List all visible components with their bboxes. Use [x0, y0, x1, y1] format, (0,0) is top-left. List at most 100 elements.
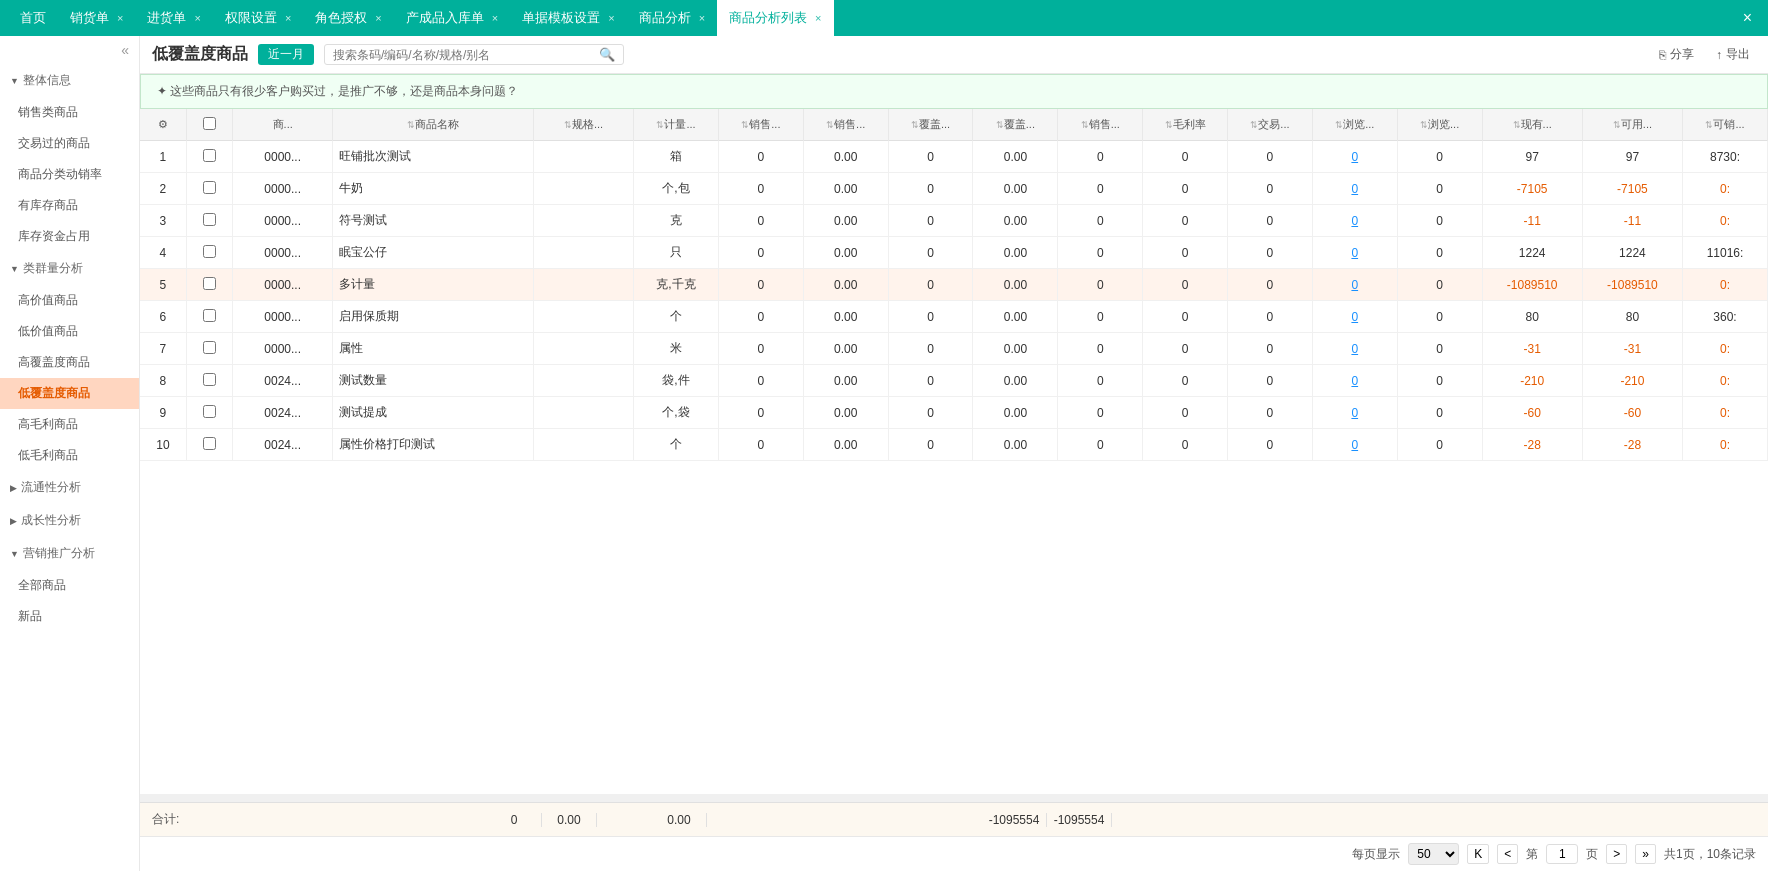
sidebar-item-销售类商品[interactable]: 销售类商品: [0, 97, 139, 128]
sidebar-section-类群量分析[interactable]: ▼ 类群量分析: [0, 252, 139, 285]
row-checkbox-input[interactable]: [203, 309, 216, 322]
col-header-saleable[interactable]: ⇅可销...: [1683, 109, 1768, 141]
search-icon[interactable]: 🔍: [599, 47, 615, 62]
row-checkbox-input[interactable]: [203, 437, 216, 450]
row-checkbox-input[interactable]: [203, 149, 216, 162]
row-spec: [533, 173, 633, 205]
row-checkbox-input[interactable]: [203, 341, 216, 354]
sidebar-item-低价值商品[interactable]: 低价值商品: [0, 316, 139, 347]
col-header-unit[interactable]: ⇅计量...: [634, 109, 719, 141]
nav-tab-进货单[interactable]: 进货单×: [135, 0, 212, 36]
nav-tab-商品分析列表[interactable]: 商品分析列表×: [717, 0, 833, 36]
settings-icon[interactable]: ⚙: [158, 118, 168, 130]
page-size-select[interactable]: 102050100: [1408, 843, 1459, 865]
last-page-button[interactable]: »: [1635, 844, 1656, 864]
close-tab-icon[interactable]: ×: [492, 0, 498, 36]
sidebar-item-库存资金占用[interactable]: 库存资金占用: [0, 221, 139, 252]
col-header-sales_qty[interactable]: ⇅销售...: [718, 109, 803, 141]
horizontal-scrollbar[interactable]: [140, 794, 1768, 802]
sidebar-item-高覆盖度商品[interactable]: 高覆盖度商品: [0, 347, 139, 378]
nav-tab-角色授权[interactable]: 角色授权×: [303, 0, 393, 36]
sidebar-item-新品[interactable]: 新品: [0, 601, 139, 632]
close-tab-icon[interactable]: ×: [699, 0, 705, 36]
row-code: 0000...: [233, 141, 333, 173]
col-header-current[interactable]: ⇅现有...: [1482, 109, 1582, 141]
export-button[interactable]: ↑ 导出: [1710, 44, 1756, 65]
row-checkbox[interactable]: [186, 205, 232, 237]
sidebar-section-整体信息[interactable]: ▼ 整体信息: [0, 64, 139, 97]
sidebar-item-有库存商品[interactable]: 有库存商品: [0, 190, 139, 221]
sidebar-section-流通性分析[interactable]: ▶ 流通性分析: [0, 471, 139, 504]
prev-page-button[interactable]: <: [1497, 844, 1518, 864]
col-header-checkbox[interactable]: [186, 109, 232, 141]
close-tab-icon[interactable]: ×: [608, 0, 614, 36]
period-button[interactable]: 近一月: [258, 44, 314, 65]
col-header-gross_rate[interactable]: ⇅毛利率: [1143, 109, 1228, 141]
search-input[interactable]: [333, 48, 599, 62]
sidebar-item-商品分类动销率[interactable]: 商品分类动销率: [0, 159, 139, 190]
row-checkbox-input[interactable]: [203, 277, 216, 290]
col-header-sales_amt[interactable]: ⇅销售...: [803, 109, 888, 141]
nav-tab-权限设置[interactable]: 权限设置×: [213, 0, 303, 36]
close-tab-icon[interactable]: ×: [375, 0, 381, 36]
col-header-available[interactable]: ⇅可用...: [1582, 109, 1682, 141]
page-number-input[interactable]: [1546, 844, 1578, 864]
sidebar-item-低毛利商品[interactable]: 低毛利商品: [0, 440, 139, 471]
close-tab-icon[interactable]: ×: [285, 0, 291, 36]
row-checkbox-input[interactable]: [203, 181, 216, 194]
col-header-browse2[interactable]: ⇅浏览...: [1397, 109, 1482, 141]
row-checkbox-input[interactable]: [203, 213, 216, 226]
row-coverage1: 0: [888, 141, 973, 173]
row-checkbox-input[interactable]: [203, 373, 216, 386]
col-header-code[interactable]: 商...: [233, 109, 333, 141]
row-checkbox[interactable]: [186, 237, 232, 269]
close-tab-icon[interactable]: ×: [117, 0, 123, 36]
row-available: -210: [1582, 365, 1682, 397]
col-header-sales3[interactable]: ⇅销售...: [1058, 109, 1143, 141]
row-checkbox-input[interactable]: [203, 245, 216, 258]
nav-tab-商品分析[interactable]: 商品分析×: [627, 0, 717, 36]
col-header-coverage1[interactable]: ⇅覆盖...: [888, 109, 973, 141]
sidebar-item-全部商品[interactable]: 全部商品: [0, 570, 139, 601]
sidebar-item-高毛利商品[interactable]: 高毛利商品: [0, 409, 139, 440]
row-checkbox[interactable]: [186, 333, 232, 365]
row-checkbox-input[interactable]: [203, 405, 216, 418]
row-checkbox[interactable]: [186, 269, 232, 301]
row-checkbox[interactable]: [186, 173, 232, 205]
close-all-button[interactable]: ×: [1735, 9, 1760, 27]
sidebar-item-低覆盖度商品[interactable]: 低覆盖度商品: [0, 378, 139, 409]
close-tab-icon[interactable]: ×: [815, 0, 821, 36]
col-header-name[interactable]: ⇅商品名称: [333, 109, 534, 141]
nav-tab-产成品入库单[interactable]: 产成品入库单×: [394, 0, 510, 36]
row-checkbox[interactable]: [186, 397, 232, 429]
sidebar-section-营销推广分析[interactable]: ▼ 营销推广分析: [0, 537, 139, 570]
nav-tab-销货单[interactable]: 销货单×: [58, 0, 135, 36]
row-checkbox[interactable]: [186, 429, 232, 461]
col-header-browse1[interactable]: ⇅浏览...: [1312, 109, 1397, 141]
select-all-checkbox[interactable]: [203, 117, 216, 130]
row-saleable: 11016:: [1683, 237, 1768, 269]
col-header-transaction[interactable]: ⇅交易...: [1228, 109, 1313, 141]
collapse-sidebar-button[interactable]: «: [121, 42, 129, 58]
row-checkbox[interactable]: [186, 301, 232, 333]
close-tab-icon[interactable]: ×: [194, 0, 200, 36]
share-button[interactable]: ⎘ 分享: [1653, 44, 1700, 65]
col-header-coverage2[interactable]: ⇅覆盖...: [973, 109, 1058, 141]
row-checkbox[interactable]: [186, 365, 232, 397]
first-page-button[interactable]: K: [1467, 844, 1489, 864]
row-name: 牛奶: [333, 173, 534, 205]
row-sales-amt: 0.00: [803, 397, 888, 429]
row-checkbox[interactable]: [186, 141, 232, 173]
next-page-button[interactable]: >: [1606, 844, 1627, 864]
footer-cell-11: -1095554: [982, 813, 1047, 827]
row-transaction: 0: [1228, 237, 1313, 269]
nav-tab-单据模板设置[interactable]: 单据模板设置×: [510, 0, 626, 36]
col-header-spec[interactable]: ⇅规格...: [533, 109, 633, 141]
row-transaction: 0: [1228, 141, 1313, 173]
col-header-settings[interactable]: ⚙: [140, 109, 186, 141]
nav-tab-首页[interactable]: 首页: [8, 0, 58, 36]
sidebar-item-交易过的商品[interactable]: 交易过的商品: [0, 128, 139, 159]
sidebar-section-成长性分析[interactable]: ▶ 成长性分析: [0, 504, 139, 537]
sidebar-item-高价值商品[interactable]: 高价值商品: [0, 285, 139, 316]
content-header: 低覆盖度商品 近一月 🔍 ⎘ 分享 ↑ 导出: [140, 36, 1768, 74]
